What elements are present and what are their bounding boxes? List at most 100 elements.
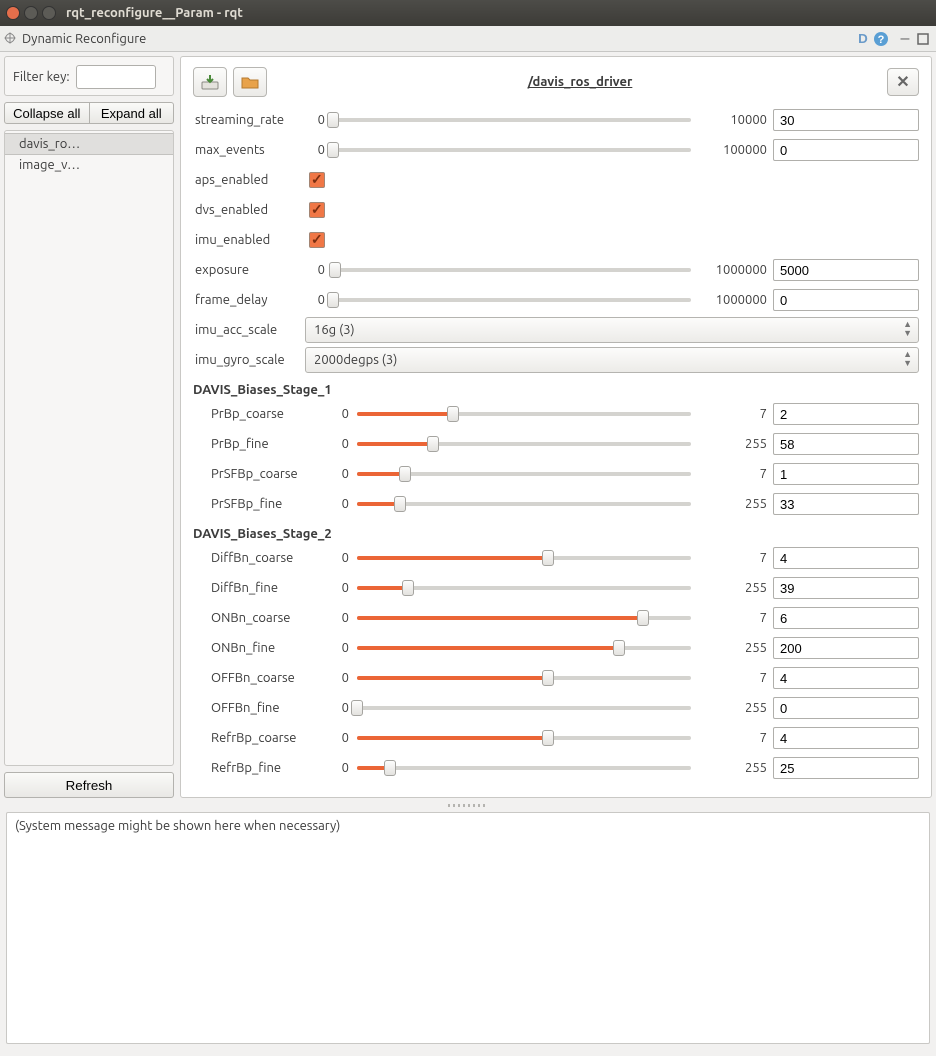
window-title: rqt_reconfigure__Param - rqt — [66, 6, 243, 20]
param-value-input[interactable] — [773, 403, 919, 425]
param-label: PrBp_fine — [193, 437, 329, 451]
param-max: 7 — [699, 731, 767, 745]
param-value-input[interactable] — [773, 637, 919, 659]
param-slider[interactable] — [333, 111, 691, 129]
window-close-button[interactable] — [6, 6, 20, 20]
save-config-button[interactable] — [193, 67, 227, 97]
param-max: 255 — [699, 437, 767, 451]
param-label: ONBn_coarse — [193, 611, 329, 625]
param-min: 0 — [329, 407, 349, 421]
param-min: 0 — [329, 497, 349, 511]
param-row-DiffBn_coarse: DiffBn_coarse07 — [193, 543, 919, 573]
param-slider[interactable] — [357, 609, 691, 627]
param-row-PrBp_coarse: PrBp_coarse07 — [193, 399, 919, 429]
param-max: 7 — [699, 671, 767, 685]
param-value-input[interactable] — [773, 547, 919, 569]
param-slider[interactable] — [333, 261, 691, 279]
param-label: OFFBn_coarse — [193, 671, 329, 685]
param-label: max_events — [193, 143, 305, 157]
param-slider[interactable] — [357, 465, 691, 483]
param-max: 255 — [699, 497, 767, 511]
param-label: aps_enabled — [193, 173, 305, 187]
param-row-RefrBp_coarse: RefrBp_coarse07 — [193, 723, 919, 753]
param-slider[interactable] — [333, 291, 691, 309]
param-max: 1000000 — [699, 293, 767, 307]
chevron-updown-icon: ▲▼ — [903, 350, 912, 368]
param-slider[interactable] — [357, 435, 691, 453]
param-value-input[interactable] — [773, 757, 919, 779]
param-label: imu_acc_scale — [193, 323, 305, 337]
param-value-input[interactable] — [773, 433, 919, 455]
param-max: 100000 — [699, 143, 767, 157]
param-max: 7 — [699, 467, 767, 481]
param-min: 0 — [329, 581, 349, 595]
filter-panel: Filter key: — [4, 56, 174, 96]
filter-input[interactable] — [76, 65, 156, 89]
param-slider[interactable] — [357, 759, 691, 777]
window-minimize-button[interactable] — [24, 6, 38, 20]
refresh-button[interactable]: Refresh — [4, 772, 174, 798]
param-value-input[interactable] — [773, 109, 919, 131]
minimize-plugin-button[interactable]: – — [896, 30, 914, 48]
param-value-input[interactable] — [773, 259, 919, 281]
param-slider[interactable] — [357, 495, 691, 513]
param-label: RefrBp_fine — [193, 761, 329, 775]
collapse-all-button[interactable]: Collapse all — [4, 102, 90, 124]
param-row-DiffBn_fine: DiffBn_fine0255 — [193, 573, 919, 603]
param-slider[interactable] — [333, 141, 691, 159]
expand-all-button[interactable]: Expand all — [90, 102, 175, 124]
undock-plugin-button[interactable] — [914, 30, 932, 48]
param-max: 255 — [699, 701, 767, 715]
param-dropdown[interactable]: 16g (3)▲▼ — [305, 317, 919, 343]
param-min: 0 — [305, 113, 325, 127]
save-icon — [201, 74, 219, 90]
param-row-PrSFBp_coarse: PrSFBp_coarse07 — [193, 459, 919, 489]
param-checkbox[interactable] — [309, 172, 325, 188]
param-min: 0 — [329, 731, 349, 745]
filter-label: Filter key: — [13, 70, 70, 84]
param-slider[interactable] — [357, 549, 691, 567]
node-tree[interactable]: davis_ro…image_v… — [4, 130, 174, 766]
param-row-imu_enabled: imu_enabled — [193, 225, 919, 255]
param-row-PrSFBp_fine: PrSFBp_fine0255 — [193, 489, 919, 519]
chevron-updown-icon: ▲▼ — [903, 320, 912, 338]
param-max: 7 — [699, 551, 767, 565]
param-value-input[interactable] — [773, 139, 919, 161]
param-row-ONBn_coarse: ONBn_coarse07 — [193, 603, 919, 633]
param-slider[interactable] — [357, 669, 691, 687]
splitter-handle[interactable] — [0, 802, 936, 808]
param-value-input[interactable] — [773, 607, 919, 629]
param-slider[interactable] — [357, 405, 691, 423]
param-value-input[interactable] — [773, 577, 919, 599]
param-row-max_events: max_events0100000 — [193, 135, 919, 165]
param-slider[interactable] — [357, 579, 691, 597]
param-value-input[interactable] — [773, 697, 919, 719]
param-value-input[interactable] — [773, 493, 919, 515]
param-max: 1000000 — [699, 263, 767, 277]
tree-item[interactable]: image_v… — [5, 155, 173, 175]
param-slider[interactable] — [357, 699, 691, 717]
param-slider[interactable] — [357, 639, 691, 657]
tree-item[interactable]: davis_ro… — [5, 133, 173, 155]
plugin-title: Dynamic Reconfigure — [22, 32, 146, 46]
param-max: 10000 — [699, 113, 767, 127]
param-label: dvs_enabled — [193, 203, 305, 217]
param-value-input[interactable] — [773, 667, 919, 689]
help-icon[interactable]: ? — [872, 30, 890, 48]
window-maximize-button[interactable] — [42, 6, 56, 20]
param-value-input[interactable] — [773, 463, 919, 485]
drag-handle-icon[interactable] — [4, 32, 18, 46]
param-min: 0 — [305, 263, 325, 277]
param-slider[interactable] — [357, 729, 691, 747]
svg-text:?: ? — [878, 34, 885, 46]
param-checkbox[interactable] — [309, 232, 325, 248]
load-config-button[interactable] — [233, 67, 267, 97]
param-row-imu_gyro_scale: imu_gyro_scale2000degps (3)▲▼ — [193, 345, 919, 375]
param-value-input[interactable] — [773, 727, 919, 749]
param-max: 7 — [699, 407, 767, 421]
param-value-input[interactable] — [773, 289, 919, 311]
d-icon-button[interactable]: D — [854, 30, 872, 48]
close-panel-button[interactable]: ✕ — [887, 68, 919, 96]
param-dropdown[interactable]: 2000degps (3)▲▼ — [305, 347, 919, 373]
param-checkbox[interactable] — [309, 202, 325, 218]
